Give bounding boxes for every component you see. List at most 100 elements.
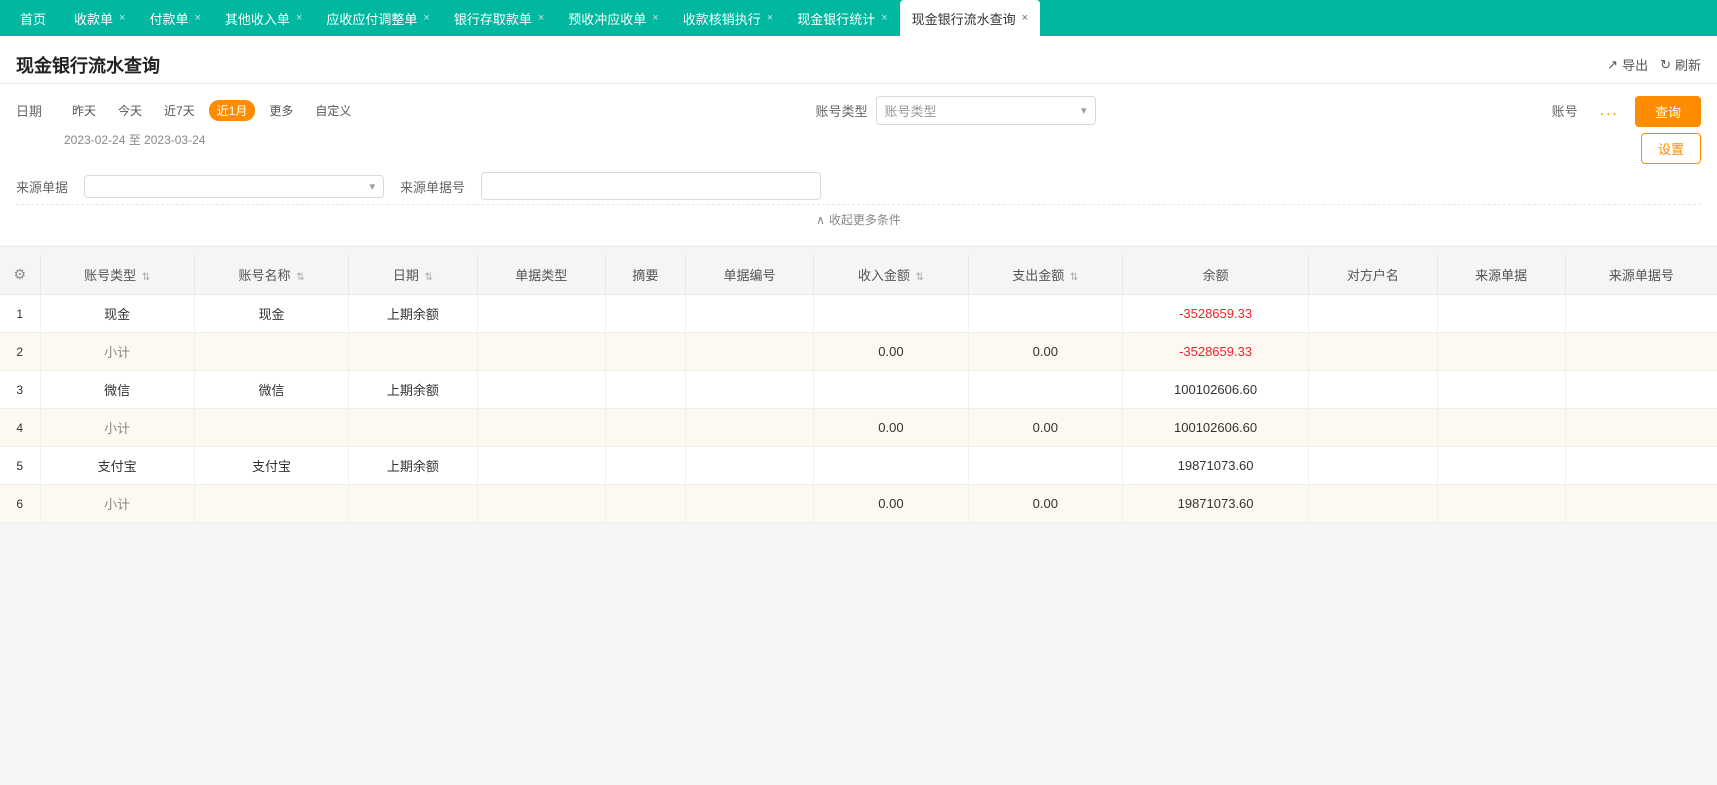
nav-tab-6[interactable]: 收款核销执行 ×: [671, 0, 785, 36]
more-dots[interactable]: ...: [1600, 102, 1619, 120]
cell-expense: [968, 447, 1122, 485]
sort-icon: ⇅: [296, 272, 304, 283]
cell-source-doc: [1437, 409, 1565, 447]
cell-doc-num: [685, 409, 813, 447]
cell-balance: 100102606.60: [1122, 371, 1308, 409]
cell-expense: 0.00: [968, 485, 1122, 523]
data-table: ⚙ 账号类型 ⇅ 账号名称 ⇅ 日期 ⇅ 单据类型 摘要: [0, 255, 1717, 523]
gear-icon[interactable]: ⚙: [13, 266, 26, 282]
cell-num: 5: [0, 447, 40, 485]
cell-counterparty: [1309, 409, 1437, 447]
date-label: 日期: [16, 101, 56, 120]
th-counterparty[interactable]: 对方户名: [1309, 255, 1437, 295]
cell-account-name: [194, 409, 348, 447]
date-opt-today[interactable]: 今天: [110, 100, 150, 121]
cell-expense: 0.00: [968, 409, 1122, 447]
cell-expense: [968, 371, 1122, 409]
th-source-doc[interactable]: 来源单据: [1437, 255, 1565, 295]
cell-summary: [605, 485, 685, 523]
date-opt-custom[interactable]: 自定义: [307, 100, 359, 121]
close-icon[interactable]: ×: [119, 12, 125, 24]
source-doc-num-input[interactable]: [481, 172, 821, 200]
cell-income: 0.00: [814, 333, 968, 371]
cell-num: 1: [0, 295, 40, 333]
cell-source-doc-num: [1565, 333, 1717, 371]
source-doc-select[interactable]: ▾: [84, 175, 384, 198]
cell-account-type: 微信: [40, 371, 194, 409]
refresh-button[interactable]: ↻ 刷新: [1660, 55, 1701, 74]
close-icon[interactable]: ×: [881, 12, 887, 24]
table-row: 5 支付宝 支付宝 上期余额 19871073.60: [0, 447, 1717, 485]
cell-date: 上期余额: [349, 295, 477, 333]
cell-balance: 19871073.60: [1122, 485, 1308, 523]
page-title: 现金银行流水查询: [16, 52, 160, 78]
close-icon[interactable]: ×: [296, 12, 302, 24]
cell-doc-type: [477, 371, 605, 409]
cell-doc-type: [477, 295, 605, 333]
nav-tab-4[interactable]: 银行存取款单 ×: [442, 0, 556, 36]
collapse-bar[interactable]: ∧ 收起更多条件: [16, 204, 1701, 234]
cell-source-doc-num: [1565, 295, 1717, 333]
chevron-down-icon: ▾: [1081, 104, 1087, 117]
cell-source-doc-num: [1565, 371, 1717, 409]
cell-doc-num: [685, 371, 813, 409]
cell-account-type: 现金: [40, 295, 194, 333]
cell-counterparty: [1309, 485, 1437, 523]
cell-income: [814, 371, 968, 409]
date-range-text: 2023-02-24 至 2023-03-24: [64, 131, 205, 148]
close-icon[interactable]: ×: [423, 12, 429, 24]
nav-tab-1[interactable]: 付款单 ×: [137, 0, 212, 36]
cell-num: 3: [0, 371, 40, 409]
table-row: 2 小计 0.00 0.00 -3528659.33: [0, 333, 1717, 371]
nav-home[interactable]: 首页: [4, 0, 62, 36]
th-balance[interactable]: 余额: [1122, 255, 1308, 295]
sort-icon: ⇅: [142, 272, 150, 283]
th-doc-type[interactable]: 单据类型: [477, 255, 605, 295]
source-doc-label: 来源单据: [16, 177, 68, 196]
cell-date: 上期余额: [349, 371, 477, 409]
table-row: 3 微信 微信 上期余额 100102606.60: [0, 371, 1717, 409]
nav-tab-5[interactable]: 预收冲应收单 ×: [556, 0, 670, 36]
cell-income: 0.00: [814, 409, 968, 447]
th-account-type[interactable]: 账号类型 ⇅: [40, 255, 194, 295]
nav-tab-2[interactable]: 其他收入单 ×: [213, 0, 314, 36]
account-label: 账号: [1552, 101, 1592, 120]
cell-expense: 0.00: [968, 333, 1122, 371]
page-header: 现金银行流水查询 ↗ 导出 ↻ 刷新: [0, 36, 1717, 84]
th-doc-num[interactable]: 单据编号: [685, 255, 813, 295]
close-icon[interactable]: ×: [767, 12, 773, 24]
nav-tab-7[interactable]: 现金银行统计 ×: [785, 0, 899, 36]
close-icon[interactable]: ×: [652, 12, 658, 24]
th-source-doc-num[interactable]: 来源单据号: [1565, 255, 1717, 295]
source-doc-num-label: 来源单据号: [400, 177, 465, 196]
th-expense[interactable]: 支出金额 ⇅: [968, 255, 1122, 295]
th-date[interactable]: 日期 ⇅: [349, 255, 477, 295]
date-opt-yesterday[interactable]: 昨天: [64, 100, 104, 121]
th-summary[interactable]: 摘要: [605, 255, 685, 295]
nav-tab-3[interactable]: 应收应付调整单 ×: [314, 0, 441, 36]
export-button[interactable]: ↗ 导出: [1607, 55, 1648, 74]
date-opt-more[interactable]: 更多: [261, 100, 301, 121]
nav-tab-0[interactable]: 收款单 ×: [62, 0, 137, 36]
close-icon[interactable]: ×: [194, 12, 200, 24]
cell-counterparty: [1309, 333, 1437, 371]
cell-balance: -3528659.33: [1122, 295, 1308, 333]
close-icon[interactable]: ×: [1022, 12, 1028, 24]
date-opt-1month[interactable]: 近1月: [209, 100, 256, 121]
settings-button[interactable]: 设置: [1641, 133, 1701, 164]
cell-summary: [605, 447, 685, 485]
cell-date: 上期余额: [349, 447, 477, 485]
th-income[interactable]: 收入金额 ⇅: [814, 255, 968, 295]
date-opt-7days[interactable]: 近7天: [156, 100, 203, 121]
cell-num: 4: [0, 409, 40, 447]
cell-doc-type: [477, 409, 605, 447]
th-gear[interactable]: ⚙: [0, 255, 40, 295]
th-account-name[interactable]: 账号名称 ⇅: [194, 255, 348, 295]
cell-counterparty: [1309, 371, 1437, 409]
account-type-select[interactable]: 账号类型 ▾: [876, 96, 1096, 125]
query-button[interactable]: 查询: [1635, 96, 1701, 127]
cell-summary: [605, 371, 685, 409]
close-icon[interactable]: ×: [538, 12, 544, 24]
nav-tab-8[interactable]: 现金银行流水查询 ×: [900, 0, 1040, 36]
cell-doc-num: [685, 485, 813, 523]
